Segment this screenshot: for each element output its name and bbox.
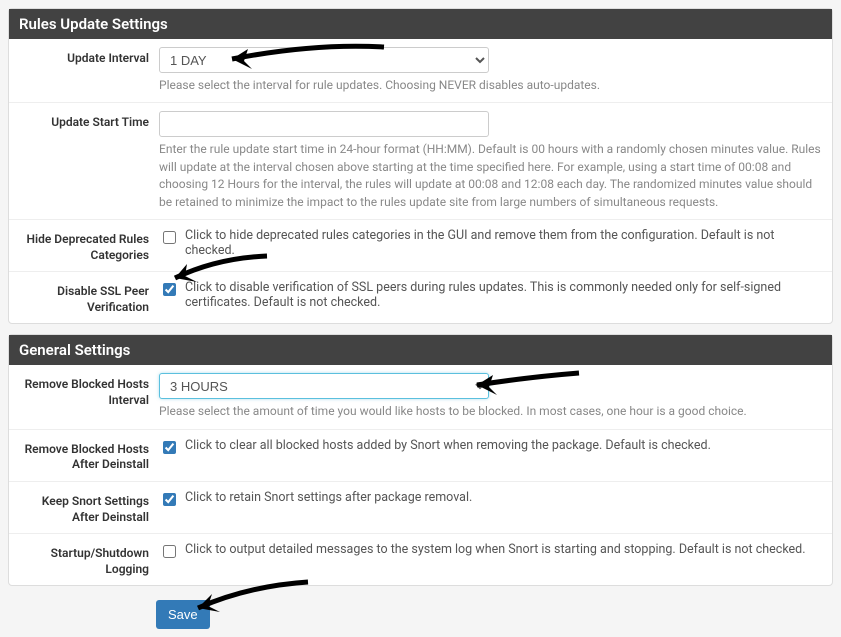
row-remove-after-deinstall: Remove Blocked Hosts After Deinstall Cli… (9, 430, 832, 482)
text-startup-logging: Click to output detailed messages to the… (185, 542, 806, 557)
text-hide-deprecated: Click to hide deprecated rules categorie… (185, 228, 822, 258)
label-hide-deprecated: Hide Deprecated Rules Categories (19, 228, 159, 263)
text-remove-after-deinstall: Click to clear all blocked hosts added b… (185, 438, 711, 453)
row-keep-settings: Keep Snort Settings After Deinstall Clic… (9, 482, 832, 534)
text-disable-ssl: Click to disable verification of SSL pee… (185, 280, 822, 310)
hide-deprecated-checkbox[interactable] (163, 231, 176, 244)
remove-after-deinstall-checkbox[interactable] (163, 441, 176, 454)
general-settings-panel: General Settings Remove Blocked Hosts In… (8, 334, 833, 586)
text-keep-settings: Click to retain Snort settings after pac… (185, 490, 472, 505)
row-disable-ssl: Disable SSL Peer Verification Click to d… (9, 272, 832, 323)
update-interval-select[interactable]: 1 DAY (159, 47, 489, 73)
disable-ssl-checkbox[interactable] (163, 283, 176, 296)
remove-blocked-interval-select[interactable]: 3 HOURS (159, 373, 489, 399)
update-start-time-input[interactable] (159, 111, 489, 137)
help-update-start-time: Enter the rule update start time in 24-h… (159, 141, 822, 211)
startup-logging-checkbox[interactable] (163, 545, 176, 558)
rules-update-settings-panel: Rules Update Settings Update Interval 1 … (8, 8, 833, 324)
help-update-interval: Please select the interval for rule upda… (159, 77, 822, 94)
panel-title: General Settings (9, 335, 832, 365)
label-update-start-time: Update Start Time (19, 111, 159, 131)
help-remove-blocked-interval: Please select the amount of time you wou… (159, 403, 822, 420)
row-startup-logging: Startup/Shutdown Logging Click to output… (9, 534, 832, 585)
panel-title: Rules Update Settings (9, 9, 832, 39)
row-update-interval: Update Interval 1 DAY Please select the … (9, 39, 832, 103)
label-update-interval: Update Interval (19, 47, 159, 67)
label-remove-after-deinstall: Remove Blocked Hosts After Deinstall (19, 438, 159, 473)
label-remove-blocked-interval: Remove Blocked Hosts Interval (19, 373, 159, 408)
row-hide-deprecated: Hide Deprecated Rules Categories Click t… (9, 220, 832, 272)
save-button[interactable]: Save (156, 600, 210, 629)
label-startup-logging: Startup/Shutdown Logging (19, 542, 159, 577)
row-remove-blocked-interval: Remove Blocked Hosts Interval 3 HOURS Pl… (9, 365, 832, 429)
label-disable-ssl: Disable SSL Peer Verification (19, 280, 159, 315)
row-update-start-time: Update Start Time Enter the rule update … (9, 103, 832, 220)
label-keep-settings: Keep Snort Settings After Deinstall (19, 490, 159, 525)
